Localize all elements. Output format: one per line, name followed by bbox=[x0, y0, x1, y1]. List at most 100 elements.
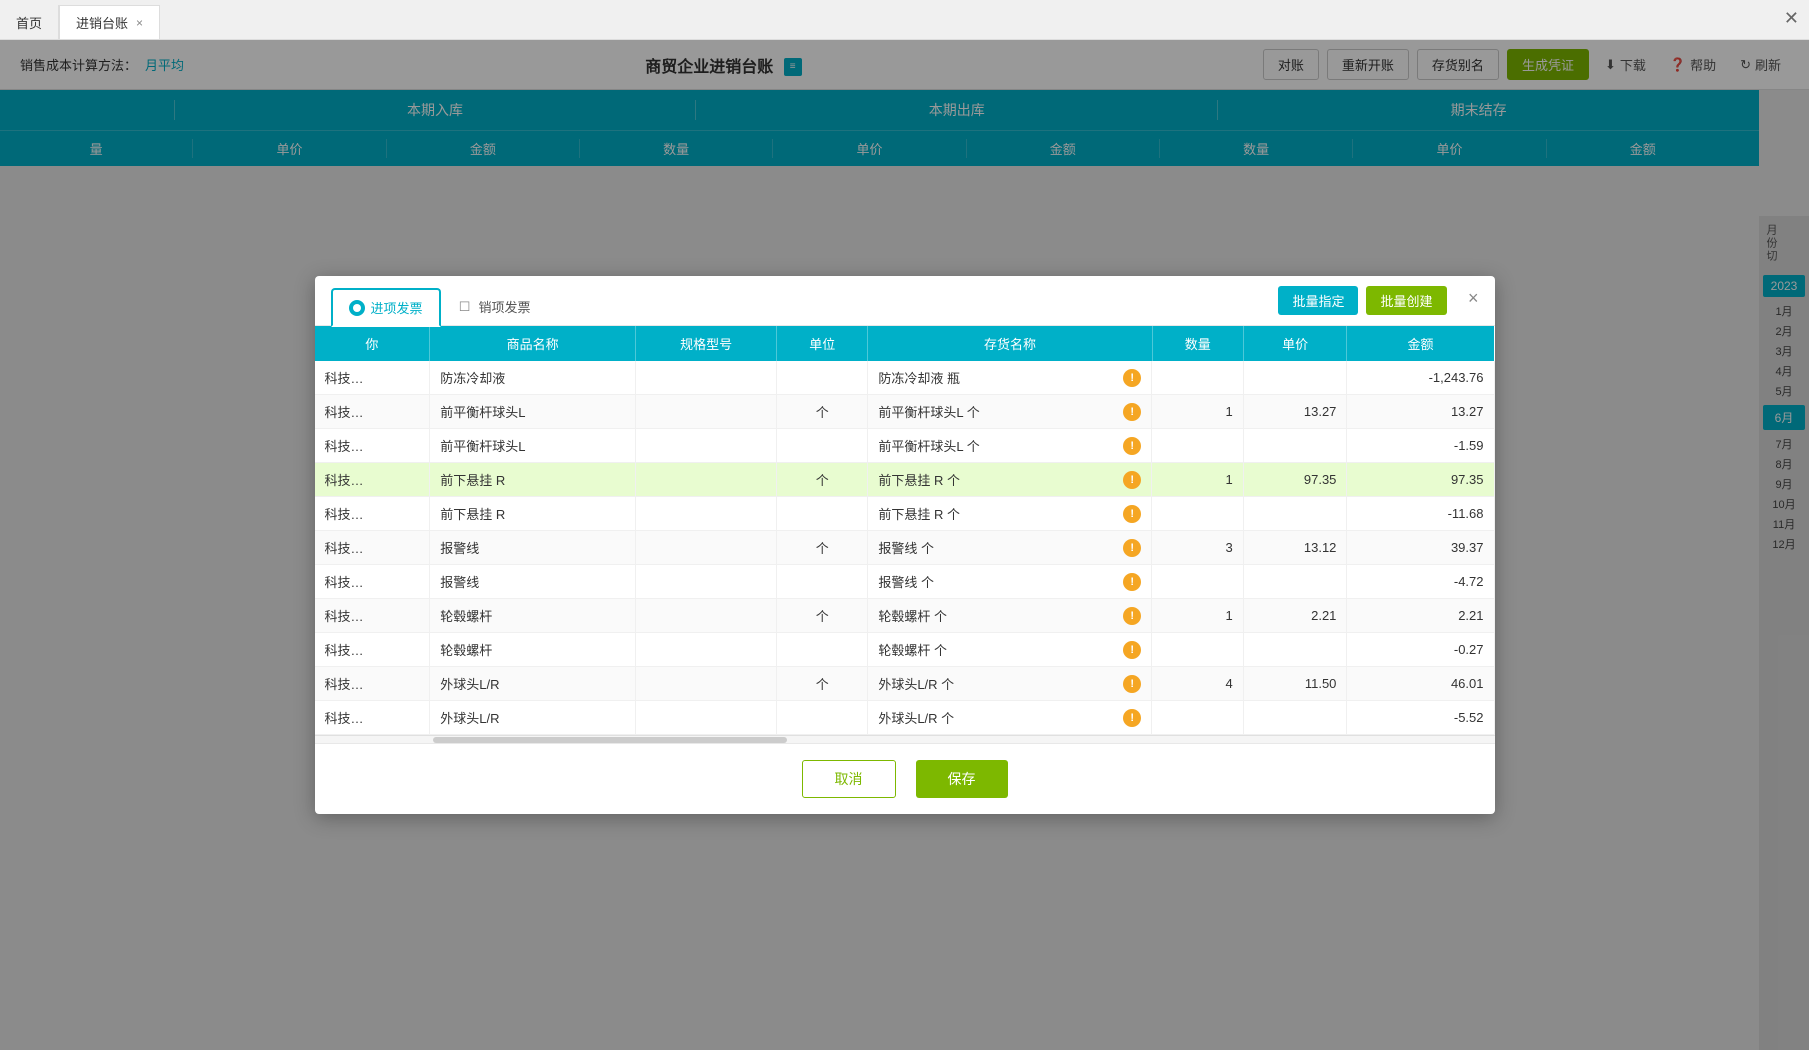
cell-inventory: 报警线 个! bbox=[868, 565, 1152, 598]
table-row: 科技…防冻冷却液防冻冷却液 瓶!-1,243.76 bbox=[315, 361, 1495, 395]
cell-price: 2.21 bbox=[1243, 599, 1347, 633]
cell-price bbox=[1243, 429, 1347, 463]
cell-company: 科技… bbox=[315, 565, 430, 599]
cell-qty bbox=[1152, 565, 1243, 599]
sales-invoice-icon: ☐ bbox=[457, 299, 473, 315]
table-row: 科技…外球头L/R外球头L/R 个!-5.52 bbox=[315, 701, 1495, 735]
tab-active-label: 进销台账 bbox=[76, 13, 128, 32]
cell-price: 13.12 bbox=[1243, 531, 1347, 565]
cell-unit bbox=[777, 361, 868, 395]
th-product-name: 商品名称 bbox=[430, 326, 636, 361]
cell-qty: 1 bbox=[1152, 463, 1243, 497]
batch-create-button[interactable]: 批量创建 bbox=[1366, 286, 1446, 315]
modal-overlay: 进项发票 ☐ 销项发票 批量指定 批量创建 × 你 bbox=[0, 40, 1809, 1050]
th-amount: 金额 bbox=[1347, 326, 1494, 361]
inventory-name-text: 前平衡杆球头L 个 bbox=[878, 436, 979, 455]
cell-spec bbox=[635, 463, 776, 497]
cell-spec bbox=[635, 701, 776, 735]
cell-product-name: 外球头L/R bbox=[430, 701, 636, 735]
cell-qty bbox=[1152, 497, 1243, 531]
cell-inventory: 外球头L/R 个! bbox=[868, 667, 1152, 700]
cell-unit bbox=[777, 429, 868, 463]
cell-spec bbox=[635, 395, 776, 429]
cell-company: 科技… bbox=[315, 395, 430, 429]
cell-amount: 39.37 bbox=[1347, 531, 1494, 565]
cell-price bbox=[1243, 565, 1347, 599]
warn-icon: ! bbox=[1123, 437, 1141, 455]
table-row: 科技…报警线个报警线 个!313.1239.37 bbox=[315, 531, 1495, 565]
cell-company: 科技… bbox=[315, 361, 430, 395]
cell-unit bbox=[777, 497, 868, 531]
inventory-name-text: 前下悬挂 R 个 bbox=[878, 470, 960, 489]
warn-icon: ! bbox=[1123, 505, 1141, 523]
cell-company: 科技… bbox=[315, 633, 430, 667]
cell-amount: -4.72 bbox=[1347, 565, 1494, 599]
tab-bar: 首页 进销台账 × ✕ bbox=[0, 0, 1809, 40]
cell-price: 97.35 bbox=[1243, 463, 1347, 497]
cell-unit: 个 bbox=[777, 531, 868, 565]
modal-header: 进项发票 ☐ 销项发票 批量指定 批量创建 × bbox=[315, 276, 1495, 326]
income-invoice-label: 进项发票 bbox=[371, 298, 423, 317]
tab-sales-invoice[interactable]: ☐ 销项发票 bbox=[441, 289, 547, 324]
cell-amount: -11.68 bbox=[1347, 497, 1494, 531]
th-unit: 单位 bbox=[777, 326, 868, 361]
cell-product-name: 报警线 bbox=[430, 565, 636, 599]
cell-product-name: 前平衡杆球头L bbox=[430, 429, 636, 463]
cell-unit bbox=[777, 701, 868, 735]
th-spec: 规格型号 bbox=[635, 326, 776, 361]
cell-price bbox=[1243, 701, 1347, 735]
cell-inventory: 轮毂螺杆 个! bbox=[868, 633, 1152, 666]
cell-qty bbox=[1152, 701, 1243, 735]
cell-amount: -0.27 bbox=[1347, 633, 1494, 667]
warn-icon: ! bbox=[1123, 709, 1141, 727]
cell-qty: 4 bbox=[1152, 667, 1243, 701]
warn-icon: ! bbox=[1123, 573, 1141, 591]
th-price: 单价 bbox=[1243, 326, 1347, 361]
warn-icon: ! bbox=[1123, 641, 1141, 659]
cell-company: 科技… bbox=[315, 667, 430, 701]
cell-amount: 46.01 bbox=[1347, 667, 1494, 701]
tab-active[interactable]: 进销台账 × bbox=[59, 5, 160, 39]
cell-qty bbox=[1152, 429, 1243, 463]
cell-price bbox=[1243, 361, 1347, 395]
scrollbar-thumb[interactable] bbox=[433, 737, 787, 743]
modal-header-buttons: 批量指定 批量创建 bbox=[1278, 286, 1446, 315]
inventory-name-text: 报警线 个 bbox=[878, 538, 934, 557]
modal-table: 你 商品名称 规格型号 单位 存货名称 数量 单价 金额 科技…防冻冷却液防冻冷… bbox=[315, 326, 1495, 735]
cancel-button[interactable]: 取消 bbox=[802, 760, 896, 798]
cell-qty: 1 bbox=[1152, 599, 1243, 633]
warn-icon: ! bbox=[1123, 471, 1141, 489]
save-button[interactable]: 保存 bbox=[916, 760, 1008, 798]
cell-spec bbox=[635, 565, 776, 599]
cell-amount: 2.21 bbox=[1347, 599, 1494, 633]
table-row: 科技…前平衡杆球头L个前平衡杆球头L 个!113.2713.27 bbox=[315, 395, 1495, 429]
cell-product-name: 报警线 bbox=[430, 531, 636, 565]
warn-icon: ! bbox=[1123, 369, 1141, 387]
batch-assign-button[interactable]: 批量指定 bbox=[1278, 286, 1358, 315]
tab-income-invoice[interactable]: 进项发票 bbox=[331, 288, 441, 327]
cell-company: 科技… bbox=[315, 531, 430, 565]
cell-qty bbox=[1152, 633, 1243, 667]
cell-price: 13.27 bbox=[1243, 395, 1347, 429]
cell-unit bbox=[777, 565, 868, 599]
cell-unit bbox=[777, 633, 868, 667]
inventory-name-text: 前下悬挂 R 个 bbox=[878, 504, 960, 523]
cell-inventory: 轮毂螺杆 个! bbox=[868, 599, 1152, 632]
warn-icon: ! bbox=[1123, 607, 1141, 625]
cell-unit: 个 bbox=[777, 667, 868, 701]
table-row: 科技…轮毂螺杆个轮毂螺杆 个!12.212.21 bbox=[315, 599, 1495, 633]
cell-inventory: 前平衡杆球头L 个! bbox=[868, 395, 1152, 428]
th-qty: 数量 bbox=[1152, 326, 1243, 361]
cell-product-name: 前下悬挂 R bbox=[430, 463, 636, 497]
cell-inventory: 前平衡杆球头L 个! bbox=[868, 429, 1152, 462]
horizontal-scrollbar[interactable] bbox=[315, 735, 1495, 743]
cell-product-name: 外球头L/R bbox=[430, 667, 636, 701]
tab-close-icon[interactable]: × bbox=[136, 16, 143, 30]
cell-qty bbox=[1152, 361, 1243, 395]
tab-home[interactable]: 首页 bbox=[0, 5, 59, 39]
cell-spec bbox=[635, 497, 776, 531]
window-close-button[interactable]: ✕ bbox=[1784, 8, 1799, 29]
cell-product-name: 前下悬挂 R bbox=[430, 497, 636, 531]
table-row: 科技…前下悬挂 R个前下悬挂 R 个!197.3597.35 bbox=[315, 463, 1495, 497]
modal-close-button[interactable]: × bbox=[1468, 288, 1479, 309]
